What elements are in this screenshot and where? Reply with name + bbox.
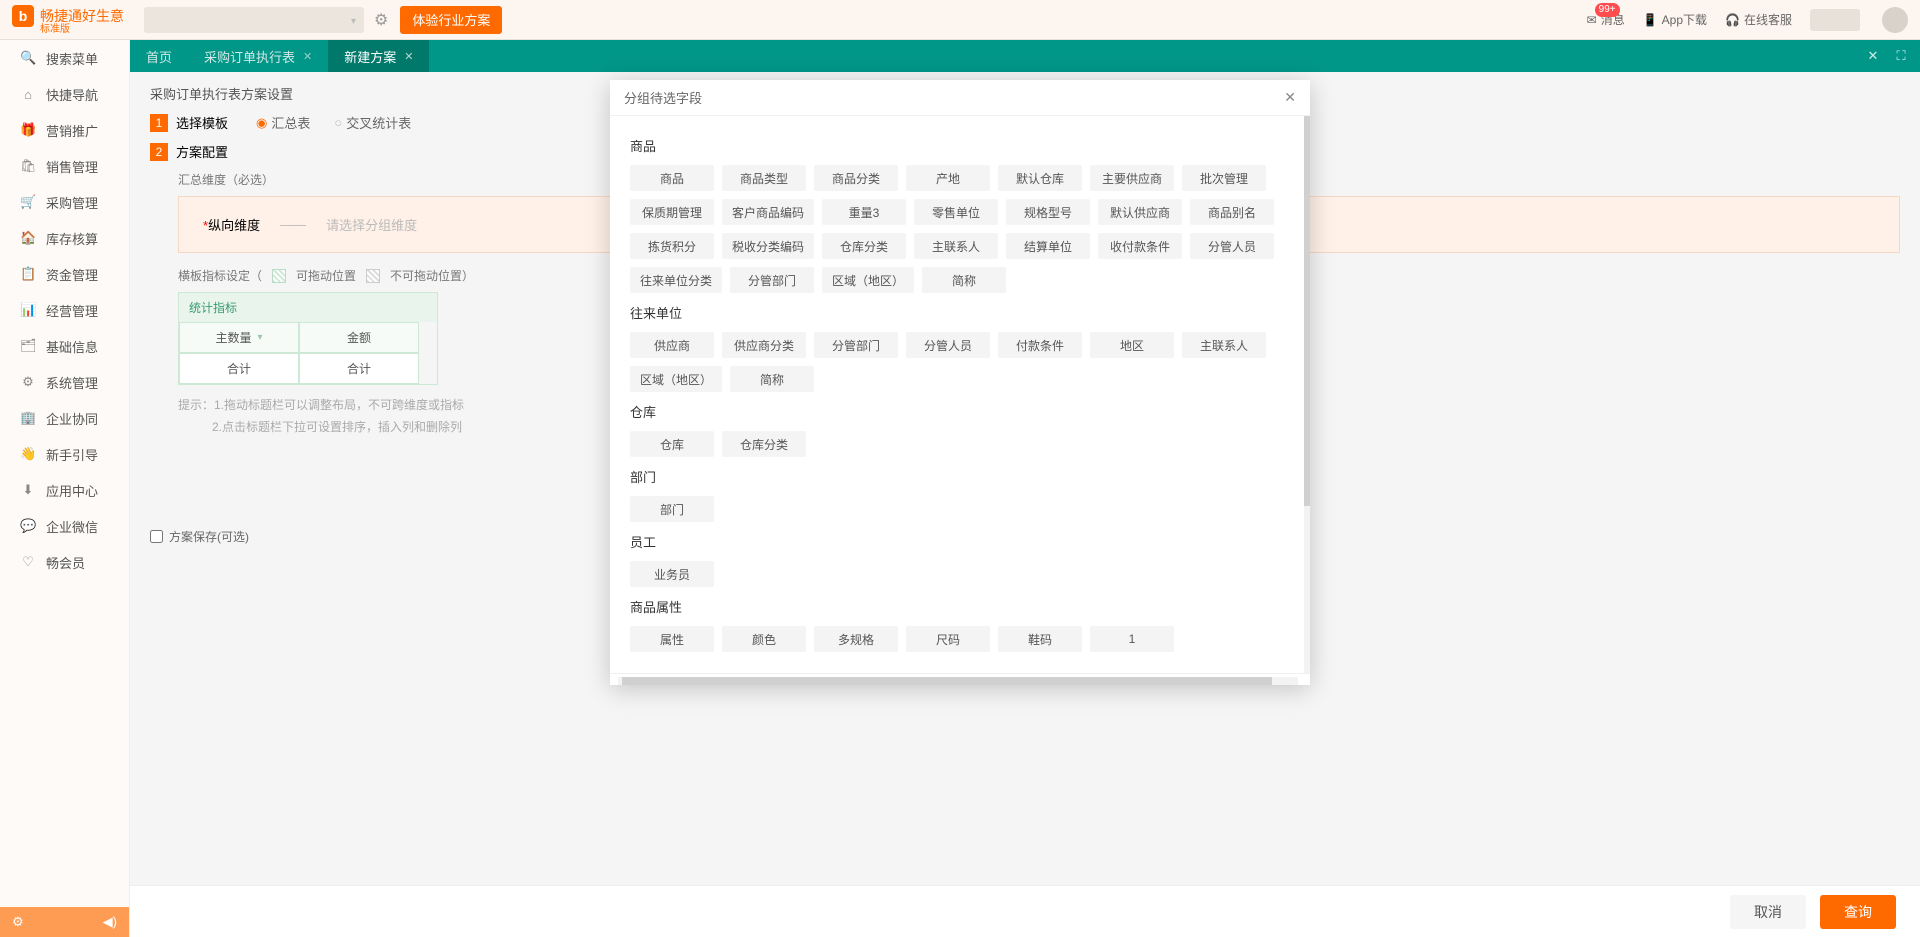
field-modal: 分组待选字段 ✕ 商品商品商品类型商品分类产地默认仓库主要供应商批次管理保质期管… [610,80,1310,685]
group-title-0: 商品 [630,136,1290,155]
chip-0-3[interactable]: 产地 [906,165,990,191]
chip-5-3[interactable]: 尺码 [906,626,990,652]
horizontal-scrollbar-thumb[interactable] [622,677,1272,685]
chip-0-0[interactable]: 商品 [630,165,714,191]
chip-0-9[interactable]: 重量3 [822,199,906,225]
group-title-5: 商品属性 [630,597,1290,616]
chip-1-1[interactable]: 供应商分类 [722,332,806,358]
group-title-2: 仓库 [630,402,1290,421]
chip-group-1: 供应商供应商分类分管部门分管人员付款条件地区主联系人区域（地区） 简称 [630,332,1290,392]
group-title-4: 员工 [630,532,1290,551]
chip-5-2[interactable]: 多规格 [814,626,898,652]
close-icon[interactable]: ✕ [1284,89,1296,106]
chip-0-7[interactable]: 保质期管理 [630,199,714,225]
chip-group-4: 业务员 [630,561,1290,587]
chip-1-0[interactable]: 供应商 [630,332,714,358]
chip-group-5: 属性颜色多规格尺码鞋码 1 [630,626,1290,652]
chip-5-5[interactable]: 1 [1090,626,1174,652]
modal-header: 分组待选字段 ✕ [610,80,1310,116]
chip-0-6[interactable]: 批次管理 [1182,165,1266,191]
chip-group-0: 商品商品类型商品分类产地默认仓库主要供应商批次管理保质期管理客户商品编码重量3 零… [630,165,1290,293]
group-title-3: 部门 [630,467,1290,486]
chip-1-4[interactable]: 付款条件 [998,332,1082,358]
chip-1-7[interactable]: 区域（地区） [630,366,722,392]
chip-5-4[interactable]: 鞋码 [998,626,1082,652]
chip-1-6[interactable]: 主联系人 [1182,332,1266,358]
chip-0-18[interactable]: 结算单位 [1006,233,1090,259]
chip-3-0[interactable]: 部门 [630,496,714,522]
modal-footer [610,673,1310,685]
chip-5-0[interactable]: 属性 [630,626,714,652]
chip-0-12[interactable]: 默认供应商 [1098,199,1182,225]
chip-1-5[interactable]: 地区 [1090,332,1174,358]
chip-0-14[interactable]: 拣货积分 [630,233,714,259]
chip-0-11[interactable]: 规格型号 [1006,199,1090,225]
chip-0-19[interactable]: 收付款条件 [1098,233,1182,259]
chip-2-0[interactable]: 仓库 [630,431,714,457]
chip-0-21[interactable]: 往来单位分类 [630,267,722,293]
chip-group-2: 仓库仓库分类 [630,431,1290,457]
chip-4-0[interactable]: 业务员 [630,561,714,587]
chip-0-23[interactable]: 区域（地区） [822,267,914,293]
chip-1-3[interactable]: 分管人员 [906,332,990,358]
chip-0-16[interactable]: 仓库分类 [822,233,906,259]
modal-title: 分组待选字段 [624,88,702,107]
vertical-scrollbar[interactable] [1304,116,1310,673]
chip-0-20[interactable]: 分管人员 [1190,233,1274,259]
chip-0-17[interactable]: 主联系人 [914,233,998,259]
group-title-1: 往来单位 [630,303,1290,322]
chip-0-22[interactable]: 分管部门 [730,267,814,293]
chip-2-1[interactable]: 仓库分类 [722,431,806,457]
chip-0-13[interactable]: 商品别名 [1190,199,1274,225]
chip-group-3: 部门 [630,496,1290,522]
chip-1-2[interactable]: 分管部门 [814,332,898,358]
chip-0-15[interactable]: 税收分类编码 [722,233,814,259]
chip-0-4[interactable]: 默认仓库 [998,165,1082,191]
chip-0-8[interactable]: 客户商品编码 [722,199,814,225]
chip-1-8[interactable]: 简称 [730,366,814,392]
chip-0-10[interactable]: 零售单位 [914,199,998,225]
chip-0-1[interactable]: 商品类型 [722,165,806,191]
modal-body: 商品商品商品类型商品分类产地默认仓库主要供应商批次管理保质期管理客户商品编码重量… [610,116,1310,673]
chip-0-24[interactable]: 简称 [922,267,1006,293]
chip-0-2[interactable]: 商品分类 [814,165,898,191]
chip-5-1[interactable]: 颜色 [722,626,806,652]
chip-0-5[interactable]: 主要供应商 [1090,165,1174,191]
